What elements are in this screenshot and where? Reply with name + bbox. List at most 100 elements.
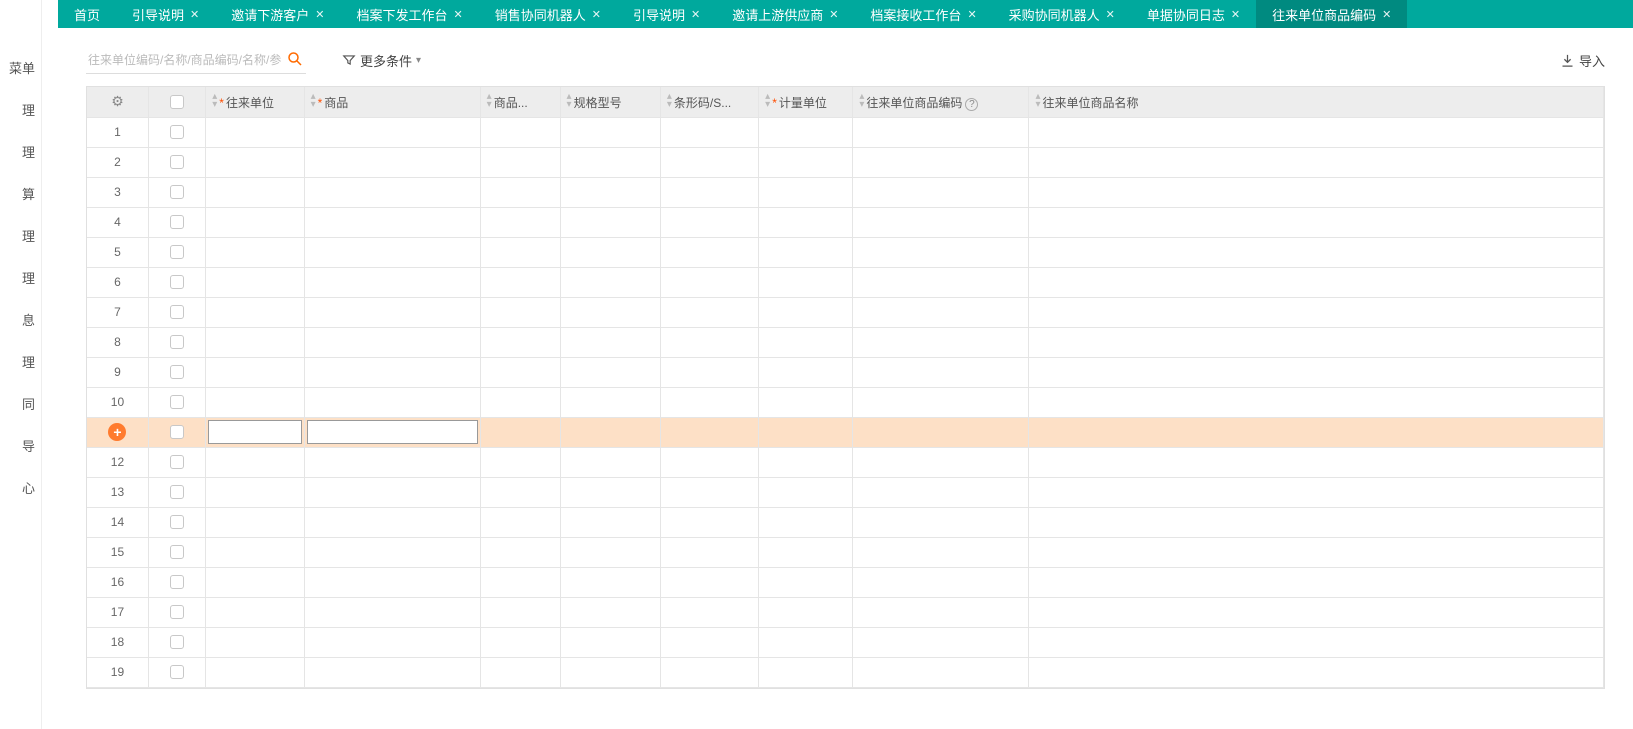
table-row[interactable]: 4 (87, 207, 1604, 237)
cell-uom[interactable] (759, 297, 853, 327)
cell-spec[interactable] (560, 387, 660, 417)
cell-ucode[interactable] (853, 477, 1029, 507)
tab-0[interactable]: 首页 (58, 0, 116, 28)
cell-prod[interactable] (304, 387, 480, 417)
table-row[interactable]: 8 (87, 327, 1604, 357)
cell-uom[interactable] (759, 147, 853, 177)
cell-prod[interactable] (304, 237, 480, 267)
cell-uom[interactable] (759, 117, 853, 147)
row-checkbox[interactable] (170, 545, 184, 559)
cell-prod[interactable] (304, 177, 480, 207)
sidebar-item[interactable]: 理 (0, 342, 41, 384)
cell-spec[interactable] (560, 657, 660, 687)
cell-spec[interactable] (560, 357, 660, 387)
row-checkbox[interactable] (170, 365, 184, 379)
cell-bar[interactable] (660, 327, 758, 357)
col-gear[interactable]: ⚙ (87, 87, 148, 117)
cell-uom[interactable] (759, 477, 853, 507)
cell-uname[interactable] (1029, 597, 1604, 627)
cell-ucode[interactable] (853, 537, 1029, 567)
table-row[interactable]: 17 (87, 597, 1604, 627)
cell-bar[interactable] (660, 267, 758, 297)
cell-bar[interactable] (660, 447, 758, 477)
cell-spec[interactable] (560, 627, 660, 657)
cell-bar[interactable] (660, 387, 758, 417)
row-checkbox[interactable] (170, 485, 184, 499)
cell-unit[interactable] (206, 657, 304, 687)
cell-unit[interactable] (206, 147, 304, 177)
col-uname[interactable]: ▴▾往来单位商品名称 (1029, 87, 1604, 117)
cell-pinfo[interactable] (480, 627, 560, 657)
table-row[interactable]: 6 (87, 267, 1604, 297)
table-row[interactable]: 7 (87, 297, 1604, 327)
gear-icon[interactable]: ⚙ (111, 93, 124, 109)
tab-5[interactable]: 引导说明✕ (617, 0, 716, 28)
cell-uom[interactable] (759, 537, 853, 567)
tab-7[interactable]: 档案接收工作台✕ (854, 0, 992, 28)
row-checkbox[interactable] (170, 665, 184, 679)
col-uom[interactable]: ▴▾*计量单位 (759, 87, 853, 117)
table-row[interactable]: 2 (87, 147, 1604, 177)
cell-ucode[interactable] (853, 237, 1029, 267)
cell-uname[interactable] (1029, 537, 1604, 567)
tab-9[interactable]: 单据协同日志✕ (1131, 0, 1256, 28)
cell-uom[interactable] (759, 327, 853, 357)
cell-uom[interactable] (759, 597, 853, 627)
cell-uname[interactable] (1029, 237, 1604, 267)
row-checkbox[interactable] (170, 305, 184, 319)
cell-ucode[interactable] (853, 507, 1029, 537)
col-ucode[interactable]: ▴▾往来单位商品编码? (853, 87, 1029, 117)
row-checkbox[interactable] (170, 275, 184, 289)
row-checkbox[interactable] (170, 515, 184, 529)
close-icon[interactable]: ✕ (190, 8, 199, 21)
cell-prod[interactable] (304, 147, 480, 177)
cell-spec[interactable] (560, 297, 660, 327)
cell-pinfo[interactable] (480, 117, 560, 147)
cell-pinfo[interactable] (480, 207, 560, 237)
sort-icon[interactable]: ▴▾ (567, 93, 572, 109)
cell-uname[interactable] (1029, 627, 1604, 657)
cell-pinfo[interactable] (480, 267, 560, 297)
cell-uom[interactable] (759, 417, 853, 447)
table-row[interactable]: 3 (87, 177, 1604, 207)
sidebar-item[interactable]: 理 (0, 258, 41, 300)
cell-uname[interactable] (1029, 117, 1604, 147)
cell-unit[interactable] (206, 477, 304, 507)
table-row[interactable]: 10 (87, 387, 1604, 417)
table-row[interactable]: 19 (87, 657, 1604, 687)
cell-uname[interactable] (1029, 177, 1604, 207)
cell-pinfo[interactable] (480, 147, 560, 177)
sidebar-item[interactable]: 理 (0, 132, 41, 174)
cell-input-prod[interactable] (307, 420, 478, 444)
tab-8[interactable]: 采购协同机器人✕ (993, 0, 1131, 28)
cell-ucode[interactable] (853, 657, 1029, 687)
cell-uname[interactable] (1029, 387, 1604, 417)
cell-pinfo[interactable] (480, 387, 560, 417)
cell-unit[interactable] (206, 507, 304, 537)
search-icon[interactable] (286, 50, 304, 68)
table-row[interactable]: + (87, 417, 1604, 447)
select-all-checkbox[interactable] (170, 95, 184, 109)
sort-icon[interactable]: ▴▾ (487, 93, 492, 109)
table-row[interactable]: 5 (87, 237, 1604, 267)
cell-unit[interactable] (206, 117, 304, 147)
sidebar-item[interactable]: 理 (0, 90, 41, 132)
sort-icon[interactable]: ▴▾ (859, 93, 864, 109)
cell-prod[interactable] (304, 297, 480, 327)
cell-unit[interactable] (206, 357, 304, 387)
cell-prod[interactable] (304, 267, 480, 297)
col-prod[interactable]: ▴▾*商品 (304, 87, 480, 117)
cell-pinfo[interactable] (480, 237, 560, 267)
cell-spec[interactable] (560, 477, 660, 507)
import-button[interactable]: 导入 (1560, 51, 1605, 70)
cell-uom[interactable] (759, 207, 853, 237)
cell-uname[interactable] (1029, 267, 1604, 297)
cell-pinfo[interactable] (480, 657, 560, 687)
tab-3[interactable]: 档案下发工作台✕ (340, 0, 478, 28)
cell-ucode[interactable] (853, 267, 1029, 297)
close-icon[interactable]: ✕ (592, 8, 601, 21)
cell-spec[interactable] (560, 327, 660, 357)
cell-prod[interactable] (304, 207, 480, 237)
cell-input-unit[interactable] (208, 420, 301, 444)
sort-icon[interactable]: ▴▾ (765, 93, 770, 109)
